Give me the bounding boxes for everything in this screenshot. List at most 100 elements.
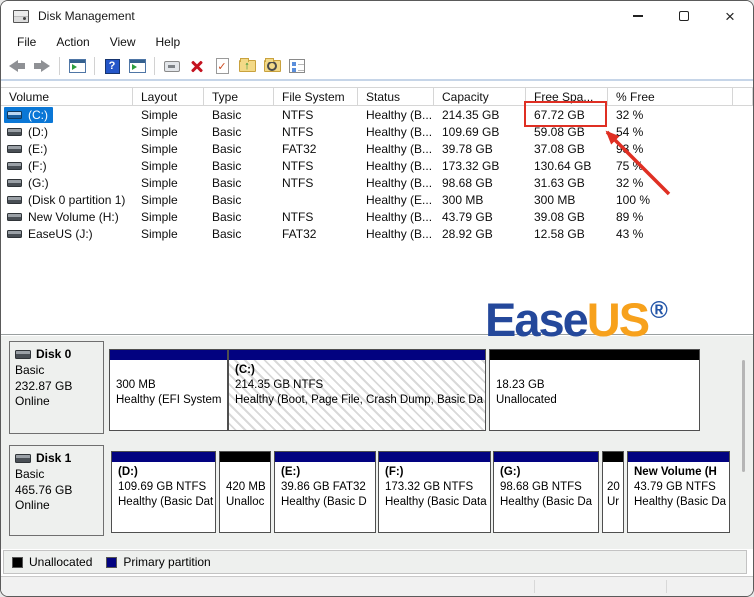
unallocated-legend-swatch — [12, 557, 23, 568]
cell-layout: Simple — [133, 227, 204, 241]
drive-icon — [7, 213, 22, 221]
table-row-disk0-partition1[interactable]: (Disk 0 partition 1) Simple Basic Health… — [1, 191, 753, 208]
partition-d[interactable]: (D:) 109.69 GB NTFS Healthy (Basic Dat — [111, 451, 216, 533]
help-icon[interactable] — [101, 56, 123, 76]
table-row-d[interactable]: (D:) Simple Basic NTFS Healthy (B... 109… — [1, 123, 753, 140]
cell-status: Healthy (B... — [358, 142, 434, 156]
partition-unallocated-420mb[interactable]: 420 MB Unalloc — [219, 451, 271, 533]
volume-name: (Disk 0 partition 1) — [28, 193, 125, 207]
table-row-f[interactable]: (F:) Simple Basic NTFS Healthy (B... 173… — [1, 157, 753, 174]
cell-free-space: 37.08 GB — [526, 142, 608, 156]
minimize-button[interactable] — [615, 1, 661, 31]
disk-status: Online — [15, 498, 103, 514]
partition-g[interactable]: (G:) 98.68 GB NTFS Healthy (Basic Da — [493, 451, 599, 533]
back-icon[interactable] — [6, 56, 28, 76]
cell-layout: Simple — [133, 210, 204, 224]
cell-file-system: NTFS — [274, 108, 358, 122]
folder-export-icon[interactable] — [236, 56, 258, 76]
disk0-label[interactable]: Disk 0 Basic 232.87 GB Online — [9, 341, 104, 434]
table-row-c[interactable]: (C:) Simple Basic NTFS Healthy (B... 214… — [1, 106, 753, 123]
drive-icon — [7, 111, 22, 119]
table-row-g[interactable]: (G:) Simple Basic NTFS Healthy (B... 98.… — [1, 174, 753, 191]
easeus-logo-orange: US — [587, 294, 648, 346]
partition-unallocated-disk0[interactable]: 18.23 GB Unallocated — [489, 349, 700, 431]
toolbar-separator — [154, 57, 155, 75]
delete-red-x-icon[interactable] — [186, 56, 208, 76]
disk-size: 465.76 GB — [15, 483, 103, 499]
partition-title: (C:) — [235, 363, 485, 378]
cell-status: Healthy (B... — [358, 176, 434, 190]
properties-list-icon[interactable] — [286, 56, 308, 76]
partition-f[interactable]: (F:) 173.32 GB NTFS Healthy (Basic Data — [378, 451, 491, 533]
console-window-icon[interactable] — [66, 56, 88, 76]
cell-file-system: NTFS — [274, 125, 358, 139]
partition-status: Unalloc — [226, 495, 270, 510]
cell-type: Basic — [204, 193, 274, 207]
close-button[interactable]: × — [707, 1, 753, 31]
column-header-type[interactable]: Type — [204, 88, 274, 105]
disk1-label[interactable]: Disk 1 Basic 465.76 GB Online — [9, 445, 104, 536]
cell-pct-free: 32 % — [608, 108, 733, 122]
partition-size: 420 MB — [226, 480, 270, 495]
cell-free-space: 39.08 GB — [526, 210, 608, 224]
partition-new-volume-h[interactable]: New Volume (H 43.79 GB NTFS Healthy (Bas… — [627, 451, 730, 533]
partition-size: 173.32 GB NTFS — [385, 480, 490, 495]
table-row-e[interactable]: (E:) Simple Basic FAT32 Healthy (B... 39… — [1, 140, 753, 157]
menu-view[interactable]: View — [100, 32, 146, 52]
disk-status: Online — [15, 394, 103, 410]
cell-status: Healthy (B... — [358, 125, 434, 139]
cell-free-space: 300 MB — [526, 193, 608, 207]
volume-name: (G:) — [28, 176, 49, 190]
vertical-scrollbar[interactable] — [742, 360, 745, 472]
column-header-status[interactable]: Status — [358, 88, 434, 105]
status-separator — [666, 580, 667, 593]
menu-help[interactable]: Help — [146, 32, 191, 52]
partition-title: (D:) — [118, 465, 215, 480]
cell-capacity: 39.78 GB — [434, 142, 526, 156]
column-header-pct-free[interactable]: % Free — [608, 88, 733, 105]
forward-icon[interactable] — [31, 56, 53, 76]
column-header-layout[interactable]: Layout — [133, 88, 204, 105]
partition-status: Healthy (Basic Da — [634, 495, 729, 510]
partition-unallocated-small[interactable]: 20 Ur — [602, 451, 624, 533]
partition-status: Healthy (Boot, Page File, Crash Dump, Ba… — [235, 393, 485, 408]
cell-type: Basic — [204, 125, 274, 139]
tooltip-icon[interactable] — [161, 56, 183, 76]
partition-status: Healthy (Basic Da — [500, 495, 598, 510]
primary-partition-bar — [379, 452, 490, 462]
partition-size: 43.79 GB NTFS — [634, 480, 729, 495]
disk-icon — [15, 350, 31, 359]
title-bar: Disk Management × — [1, 1, 753, 31]
cell-layout: Simple — [133, 142, 204, 156]
column-header-capacity[interactable]: Capacity — [434, 88, 526, 105]
check-document-icon[interactable] — [211, 56, 233, 76]
column-header-file-system[interactable]: File System — [274, 88, 358, 105]
partition-c[interactable]: (C:) 214.35 GB NTFS Healthy (Boot, Page … — [228, 349, 486, 431]
toolbar — [1, 53, 753, 81]
table-row-h[interactable]: New Volume (H:) Simple Basic NTFS Health… — [1, 208, 753, 225]
column-header-volume[interactable]: Volume — [1, 88, 133, 105]
folder-search-icon[interactable] — [261, 56, 283, 76]
partition-e[interactable]: (E:) 39.86 GB FAT32 Healthy (Basic D — [274, 451, 376, 533]
maximize-button[interactable] — [661, 1, 707, 31]
easeus-logo-blue: Ease — [485, 294, 587, 346]
partition-efi[interactable]: 300 MB Healthy (EFI System — [109, 349, 228, 431]
cell-layout: Simple — [133, 159, 204, 173]
table-row-j[interactable]: EaseUS (J:) Simple Basic FAT32 Healthy (… — [1, 225, 753, 242]
cell-free-space: 130.64 GB — [526, 159, 608, 173]
primary-partition-bar — [628, 452, 729, 462]
cell-layout: Simple — [133, 193, 204, 207]
console-tree-icon[interactable] — [126, 56, 148, 76]
status-separator — [534, 580, 535, 593]
disk-name: Disk 1 — [36, 451, 71, 465]
cell-capacity: 109.69 GB — [434, 125, 526, 139]
menu-action[interactable]: Action — [46, 32, 99, 52]
cell-pct-free: 89 % — [608, 210, 733, 224]
partition-size: 300 MB — [116, 378, 227, 393]
disk-management-app-icon — [13, 10, 29, 23]
disk-type: Basic — [15, 363, 103, 379]
menu-file[interactable]: File — [7, 32, 46, 52]
cell-type: Basic — [204, 159, 274, 173]
primary-partition-bar — [494, 452, 598, 462]
table-header: Volume Layout Type File System Status Ca… — [1, 87, 753, 106]
